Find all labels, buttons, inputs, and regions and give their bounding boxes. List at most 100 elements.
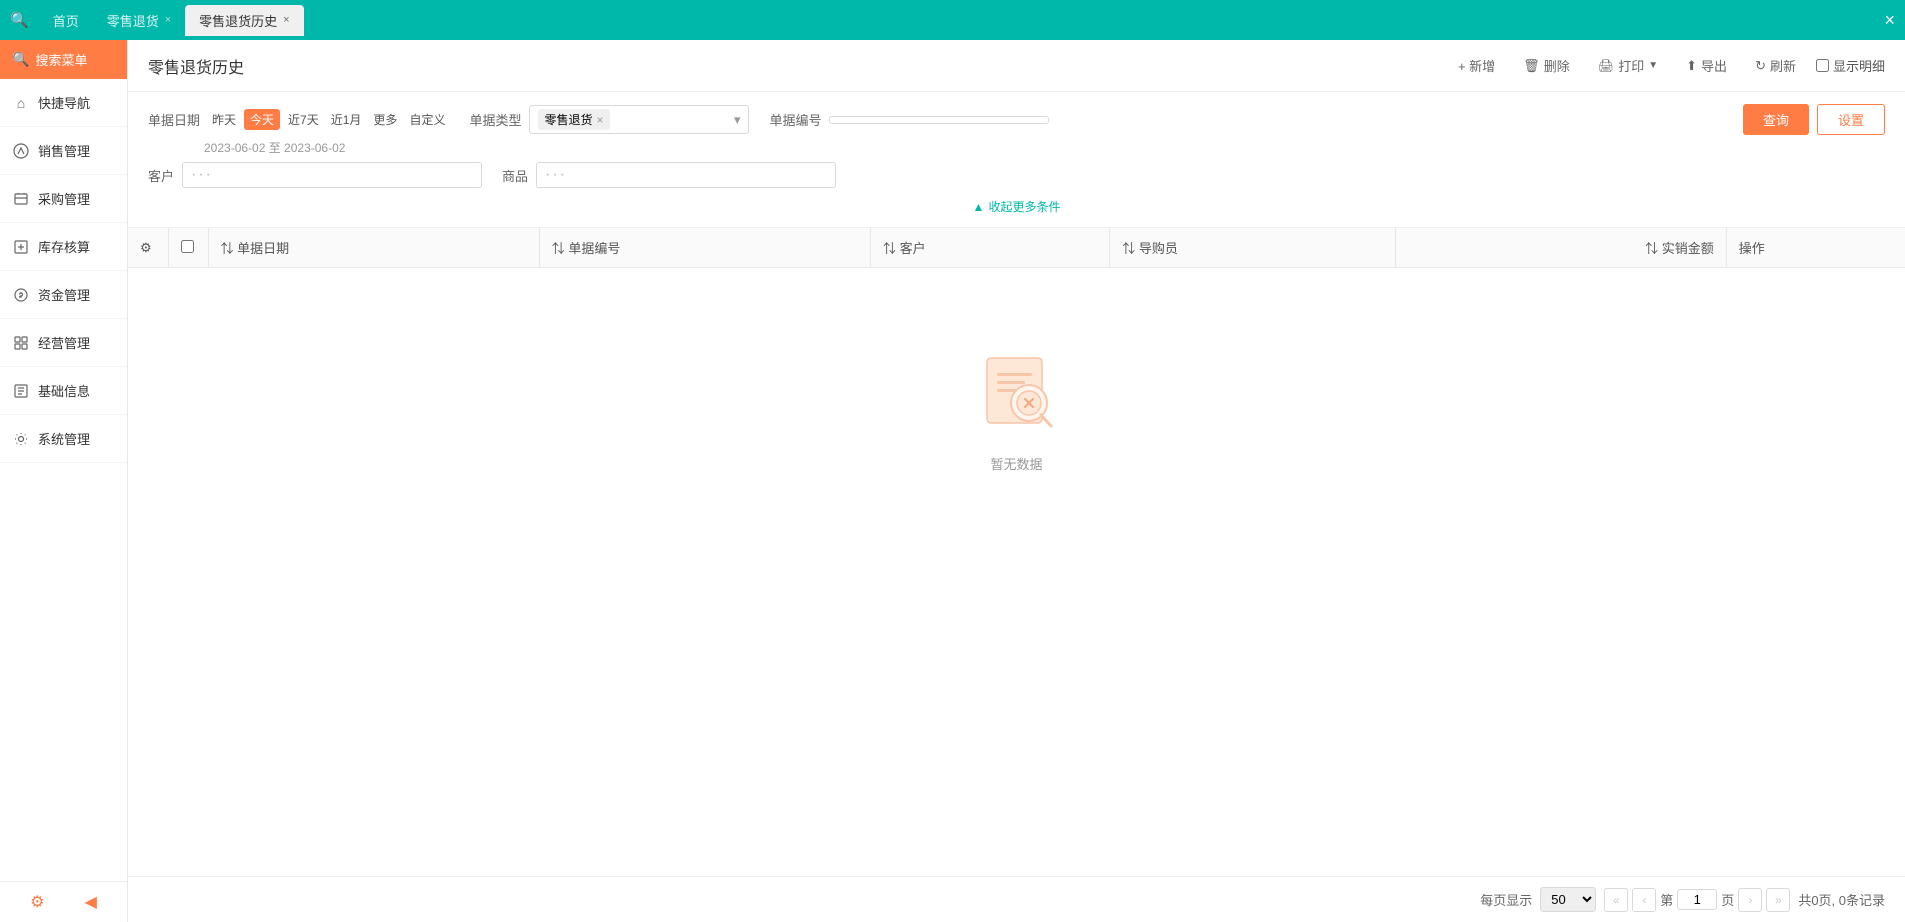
tab-retail-return-history[interactable]: 零售退货历史 × bbox=[185, 5, 303, 36]
query-button[interactable]: 查询 bbox=[1743, 104, 1809, 135]
settings-icon[interactable]: ⚙ bbox=[30, 892, 44, 912]
sidebar-item-inventory-calc[interactable]: 库存核算 bbox=[0, 223, 127, 271]
th-customer[interactable]: ⇅ 客户 bbox=[871, 228, 1110, 268]
tab-retail-return[interactable]: 零售退货 × bbox=[93, 5, 185, 36]
search-menu-icon: 🔍 bbox=[10, 11, 29, 29]
sidebar-item-purchase-mgmt[interactable]: 采购管理 bbox=[0, 175, 127, 223]
page-last-button[interactable]: » bbox=[1766, 888, 1790, 912]
print-icon: 🖨 bbox=[1598, 58, 1615, 74]
search-menu[interactable]: 🔍 搜索菜单 bbox=[0, 40, 127, 79]
refresh-icon: ↻ bbox=[1755, 58, 1766, 74]
sidebar-nav: ⌂ 快捷导航 销售管理 采购管理 库存核算 bbox=[0, 79, 127, 881]
show-detail-checkbox-wrap[interactable]: 显示明细 bbox=[1816, 56, 1885, 75]
sales-mgmt-icon bbox=[12, 142, 30, 160]
sidebar: 🔍 搜索菜单 ⌂ 快捷导航 销售管理 采购管理 bbox=[0, 40, 128, 922]
settings-button[interactable]: 设置 bbox=[1817, 104, 1885, 135]
delete-button[interactable]: 🗑 删除 bbox=[1515, 52, 1578, 79]
th-doc-date[interactable]: ⇅ 单据日期 bbox=[208, 228, 539, 268]
filter-row-2: 客户 ··· 商品 ··· bbox=[148, 162, 1885, 188]
sidebar-item-basic-info[interactable]: 基础信息 bbox=[0, 367, 127, 415]
tab-list: 首页 零售退货 × 零售退货历史 × bbox=[39, 5, 1885, 36]
page-prev-button[interactable]: ‹ bbox=[1632, 888, 1656, 912]
customer-input[interactable]: ··· bbox=[182, 162, 482, 188]
page-first-button[interactable]: « bbox=[1604, 888, 1628, 912]
data-table: ⚙ ⇅ 单据日期 ⇅ 单据编号 bbox=[128, 228, 1905, 268]
customer-label: 客户 bbox=[148, 166, 174, 185]
tab-retail-return-close[interactable]: × bbox=[165, 14, 171, 26]
table-settings-icon[interactable]: ⚙ bbox=[140, 240, 152, 255]
th-settings[interactable]: ⚙ bbox=[128, 228, 168, 268]
empty-text: 暂无数据 bbox=[990, 454, 1042, 473]
page-size-select[interactable]: 50 100 200 bbox=[1540, 887, 1596, 912]
delete-icon: 🗑 bbox=[1523, 58, 1540, 74]
th-operation: 操作 bbox=[1726, 228, 1905, 268]
sidebar-item-quick-nav[interactable]: ⌂ 快捷导航 bbox=[0, 79, 127, 127]
page-next-button[interactable]: › bbox=[1738, 888, 1762, 912]
doc-type-label: 单据类型 bbox=[469, 110, 521, 129]
date-label: 单据日期 bbox=[148, 110, 200, 129]
doc-type-dropdown[interactable]: 零售退货 × ▾ bbox=[529, 105, 749, 134]
customer-filter: 客户 ··· bbox=[148, 162, 482, 188]
date-btn-1month[interactable]: 近1月 bbox=[327, 109, 366, 130]
doc-no-filter: 单据编号 bbox=[769, 110, 1049, 129]
th-checkbox[interactable] bbox=[168, 228, 208, 268]
table-header-row: ⚙ ⇅ 单据日期 ⇅ 单据编号 bbox=[128, 228, 1905, 268]
goods-label: 商品 bbox=[502, 166, 528, 185]
sys-mgmt-icon bbox=[12, 430, 30, 448]
date-btn-today[interactable]: 今天 bbox=[244, 109, 280, 130]
export-icon: ⬆ bbox=[1686, 58, 1697, 74]
goods-filter: 商品 ··· bbox=[502, 162, 836, 188]
date-btn-custom[interactable]: 自定义 bbox=[405, 109, 449, 130]
tab-home[interactable]: 首页 bbox=[39, 5, 93, 36]
sidebar-item-finance-mgmt[interactable]: 资金管理 bbox=[0, 271, 127, 319]
page-info: 第 页 bbox=[1660, 889, 1734, 910]
collapse-sidebar-icon[interactable]: ◀ bbox=[85, 892, 97, 912]
sidebar-item-sys-mgmt[interactable]: 系统管理 bbox=[0, 415, 127, 463]
purchase-mgmt-icon bbox=[12, 190, 30, 208]
table-area: ⚙ ⇅ 单据日期 ⇅ 单据编号 bbox=[128, 228, 1905, 876]
pagination: 每页显示 50 100 200 « ‹ 第 页 › » 共0页, 0条记录 bbox=[128, 876, 1905, 922]
date-btn-7days[interactable]: 近7天 bbox=[284, 109, 323, 130]
select-all-checkbox[interactable] bbox=[181, 240, 194, 253]
collapse-row: ▲ 收起更多条件 bbox=[148, 198, 1885, 215]
sidebar-item-sales-mgmt[interactable]: 销售管理 bbox=[0, 127, 127, 175]
th-customer-sort: ⇅ bbox=[883, 241, 896, 256]
date-btn-yesterday[interactable]: 昨天 bbox=[208, 109, 240, 130]
window-close-button[interactable]: × bbox=[1884, 11, 1895, 29]
doc-type-tag-remove[interactable]: × bbox=[596, 113, 603, 127]
empty-illustration bbox=[967, 348, 1067, 438]
date-range-display: 2023-06-02 至 2023-06-02 bbox=[204, 139, 1885, 156]
date-btn-more[interactable]: 更多 bbox=[369, 109, 401, 130]
sidebar-item-ops-mgmt[interactable]: 经营管理 bbox=[0, 319, 127, 367]
th-actual-amount[interactable]: ⇅ 实销金额 bbox=[1395, 228, 1726, 268]
total-info: 共0页, 0条记录 bbox=[1798, 890, 1885, 909]
refresh-button[interactable]: ↻ 刷新 bbox=[1747, 52, 1804, 79]
top-bar: 🔍 首页 零售退货 × 零售退货历史 × × bbox=[0, 0, 1905, 40]
action-buttons: 查询 设置 bbox=[1743, 104, 1885, 135]
sidebar-footer: ⚙ ◀ bbox=[0, 881, 127, 922]
finance-mgmt-icon bbox=[12, 286, 30, 304]
th-guide-sort: ⇅ bbox=[1122, 241, 1135, 256]
th-doc-no-sort: ⇅ bbox=[552, 241, 565, 256]
empty-state: 暂无数据 bbox=[128, 268, 1905, 553]
export-button[interactable]: ⬆ 导出 bbox=[1678, 52, 1735, 79]
ops-mgmt-icon bbox=[12, 334, 30, 352]
page-input[interactable] bbox=[1677, 889, 1717, 910]
collapse-button[interactable]: ▲ 收起更多条件 bbox=[973, 198, 1061, 215]
tab-retail-return-history-close[interactable]: × bbox=[283, 14, 289, 26]
doc-type-dropdown-arrow: ▾ bbox=[734, 112, 741, 128]
add-button[interactable]: + 新增 bbox=[1450, 52, 1503, 79]
doc-type-tag: 零售退货 × bbox=[538, 109, 609, 130]
page-nav: « ‹ 第 页 › » bbox=[1604, 888, 1790, 912]
collapse-icon: ▲ bbox=[973, 200, 985, 214]
th-guide[interactable]: ⇅ 导购员 bbox=[1110, 228, 1395, 268]
show-detail-checkbox[interactable] bbox=[1816, 59, 1829, 72]
doc-no-label: 单据编号 bbox=[769, 110, 821, 129]
goods-input[interactable]: ··· bbox=[536, 162, 836, 188]
print-button[interactable]: 🖨 打印 ▼ bbox=[1590, 52, 1666, 79]
th-doc-no[interactable]: ⇅ 单据编号 bbox=[539, 228, 870, 268]
doc-no-input[interactable] bbox=[829, 116, 1049, 124]
search-icon: 🔍 bbox=[12, 51, 29, 68]
inventory-calc-icon bbox=[12, 238, 30, 256]
doc-type-filter: 单据类型 零售退货 × ▾ bbox=[469, 105, 749, 134]
